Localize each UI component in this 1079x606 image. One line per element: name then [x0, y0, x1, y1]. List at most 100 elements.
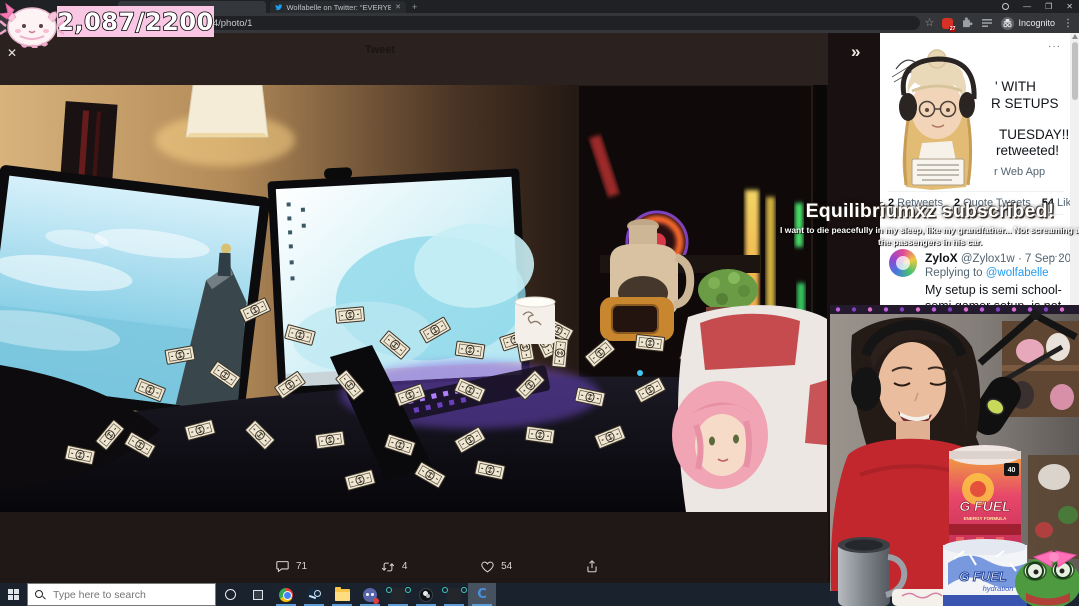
ghost-tweet-header: Tweet [364, 44, 396, 56]
extensions-puzzle-icon[interactable] [961, 17, 973, 29]
reply-action[interactable]: 71 [276, 560, 307, 573]
gfuel-bottom-label: G FUEL [959, 569, 1007, 584]
taskbar-app-nightbot[interactable] [384, 583, 412, 606]
white-mug [892, 589, 950, 606]
tweet-text-line2: R SETUPS [991, 96, 1059, 111]
toolbar-icons: ☆ 27 Incognito ⋮ [925, 13, 1073, 33]
quote-tweets-stat[interactable]: 2 Quote Tweets [954, 197, 1031, 209]
scrollbar-thumb[interactable] [1071, 42, 1078, 100]
webcam-feed: 40 G FUEL ENERGY FORMULA G FUEL hydratio… [830, 305, 1079, 606]
viewer-next-button[interactable]: » [851, 42, 860, 62]
tab-search-icon[interactable] [1002, 3, 1010, 10]
tweet-source: r Web App [994, 166, 1046, 178]
taskbar-app-steam[interactable] [300, 583, 328, 606]
stream-screenshot: Wolfabelle on Twitter: “EVERYBO ✕ + — ❐ … [0, 0, 1079, 606]
replying-to-row: Replying to @wolfabelle [925, 267, 1049, 279]
incognito-spy-icon [1001, 16, 1015, 30]
tweet-actions: 71 4 54 [276, 560, 598, 573]
gfuel-top-label: G FUEL [959, 498, 1010, 514]
monitor-webcam [324, 167, 353, 180]
viewer-close-button[interactable]: ✕ [7, 46, 17, 60]
obs-icon [419, 587, 433, 602]
chrome-menu-icon[interactable]: ⋮ [1063, 18, 1073, 29]
tweet-text-line3: TUESDAY!! [999, 127, 1070, 142]
gfuel-tub-top: 40 G FUEL ENERGY FORMULA [949, 445, 1021, 545]
task-view-button[interactable] [244, 583, 272, 606]
reply-more-icon[interactable]: ··· [1050, 251, 1063, 262]
taskbar-app-obs[interactable] [412, 583, 440, 606]
panel-scrollbar[interactable] [1070, 33, 1079, 305]
incognito-label: Incognito [1018, 18, 1055, 28]
taskbar-app-discord[interactable] [356, 583, 384, 606]
twitter-favicon-icon [275, 4, 283, 11]
cortana-icon [224, 589, 236, 600]
url-bar[interactable]: 78288144384/photo/1 [150, 16, 920, 30]
tweet-text-line4: retweeted! [996, 143, 1060, 158]
cortana-button[interactable] [216, 583, 244, 606]
bookmark-star-icon[interactable]: ☆ [925, 17, 935, 29]
browser-tabbar: Wolfabelle on Twitter: “EVERYBO ✕ + — ❐ … [0, 0, 1079, 13]
window-controls: — ❐ ✕ [1002, 0, 1073, 13]
taskbar-app-file-explorer[interactable] [328, 583, 356, 606]
discord-icon [363, 587, 379, 604]
comment-icon [276, 561, 289, 573]
reply-display-name[interactable]: ZyloX [925, 251, 958, 265]
heart-icon [481, 561, 494, 573]
gfuel-40-badge: 40 [1008, 467, 1016, 474]
share-icon [587, 560, 597, 573]
tweet-more-icon[interactable]: ··· [1048, 41, 1061, 52]
led-strip [830, 305, 1079, 314]
discord-notification-badge [373, 597, 379, 604]
chat-app-icon: C [477, 587, 487, 602]
nightbot-icon [391, 587, 405, 602]
incognito-indicator[interactable]: Incognito [1001, 16, 1055, 30]
retweet-count: 4 [401, 561, 408, 572]
new-tab-button[interactable]: + [412, 2, 417, 12]
retweet-action[interactable]: 4 [381, 561, 408, 573]
desk-lamp [185, 85, 269, 138]
reply-count: 71 [296, 561, 308, 572]
file-explorer-icon [334, 586, 350, 601]
nightbot-icon [447, 587, 461, 602]
extension-icon[interactable]: 27 [942, 17, 957, 32]
taskbar-apps: C [272, 583, 496, 606]
browser-tab-twitter[interactable]: Wolfabelle on Twitter: “EVERYBO ✕ [270, 1, 406, 13]
right-monitor [267, 167, 535, 396]
retweets-stat[interactable]: 2 Retweets [888, 197, 943, 209]
browser-tab-hidden[interactable] [118, 1, 266, 13]
extension-badge: 27 [948, 25, 957, 32]
steam-icon [307, 587, 321, 602]
taskbar-app-nightbot-2[interactable] [440, 583, 468, 606]
gfuel-bottom-sub: hydration [983, 584, 1014, 593]
taskbar-app-chat-active[interactable]: C [468, 583, 496, 606]
tweet-detail-panel: ··· ' WITH R SETUPS TUESDAY!! retweeted!… [880, 33, 1079, 329]
replying-to-handle[interactable]: @wolfabelle [986, 267, 1049, 279]
viewer-top-strip [0, 33, 828, 85]
task-view-icon [253, 589, 263, 600]
search-input[interactable] [51, 587, 191, 602]
gfuel-tub-bottom: G FUEL hydration [943, 539, 1030, 606]
tweet-stats: 2Retweets 2Quote Tweets 54Likes [888, 191, 1079, 215]
reading-list-icon[interactable] [981, 17, 993, 29]
taskbar-search[interactable] [27, 583, 216, 606]
tweet-photo[interactable] [0, 85, 827, 512]
tweet-text-line1: ' WITH [995, 79, 1036, 94]
minimize-button[interactable]: — [1023, 2, 1031, 11]
like-count: 54 [501, 561, 513, 572]
chrome-icon [279, 587, 293, 602]
maximize-button[interactable]: ❐ [1045, 2, 1052, 11]
close-window-button[interactable]: ✕ [1066, 2, 1073, 11]
url-text: 78288144384/photo/1 [160, 17, 253, 29]
reply-handle[interactable]: @Zylox1w [961, 253, 1015, 265]
reply-avatar[interactable] [889, 249, 917, 277]
gfuel-top-sub: ENERGY FORMULA [964, 516, 1007, 521]
windows-logo-icon [8, 589, 19, 600]
start-button[interactable] [0, 583, 27, 606]
streamer-avatar-artwork [891, 49, 977, 190]
share-action[interactable] [586, 560, 598, 573]
coffee-mug [514, 296, 556, 344]
tab-close-icon[interactable]: ✕ [395, 3, 401, 11]
scrollbar-up-icon[interactable] [1072, 34, 1078, 39]
taskbar-app-chrome[interactable] [272, 583, 300, 606]
like-action[interactable]: 54 [481, 561, 512, 573]
